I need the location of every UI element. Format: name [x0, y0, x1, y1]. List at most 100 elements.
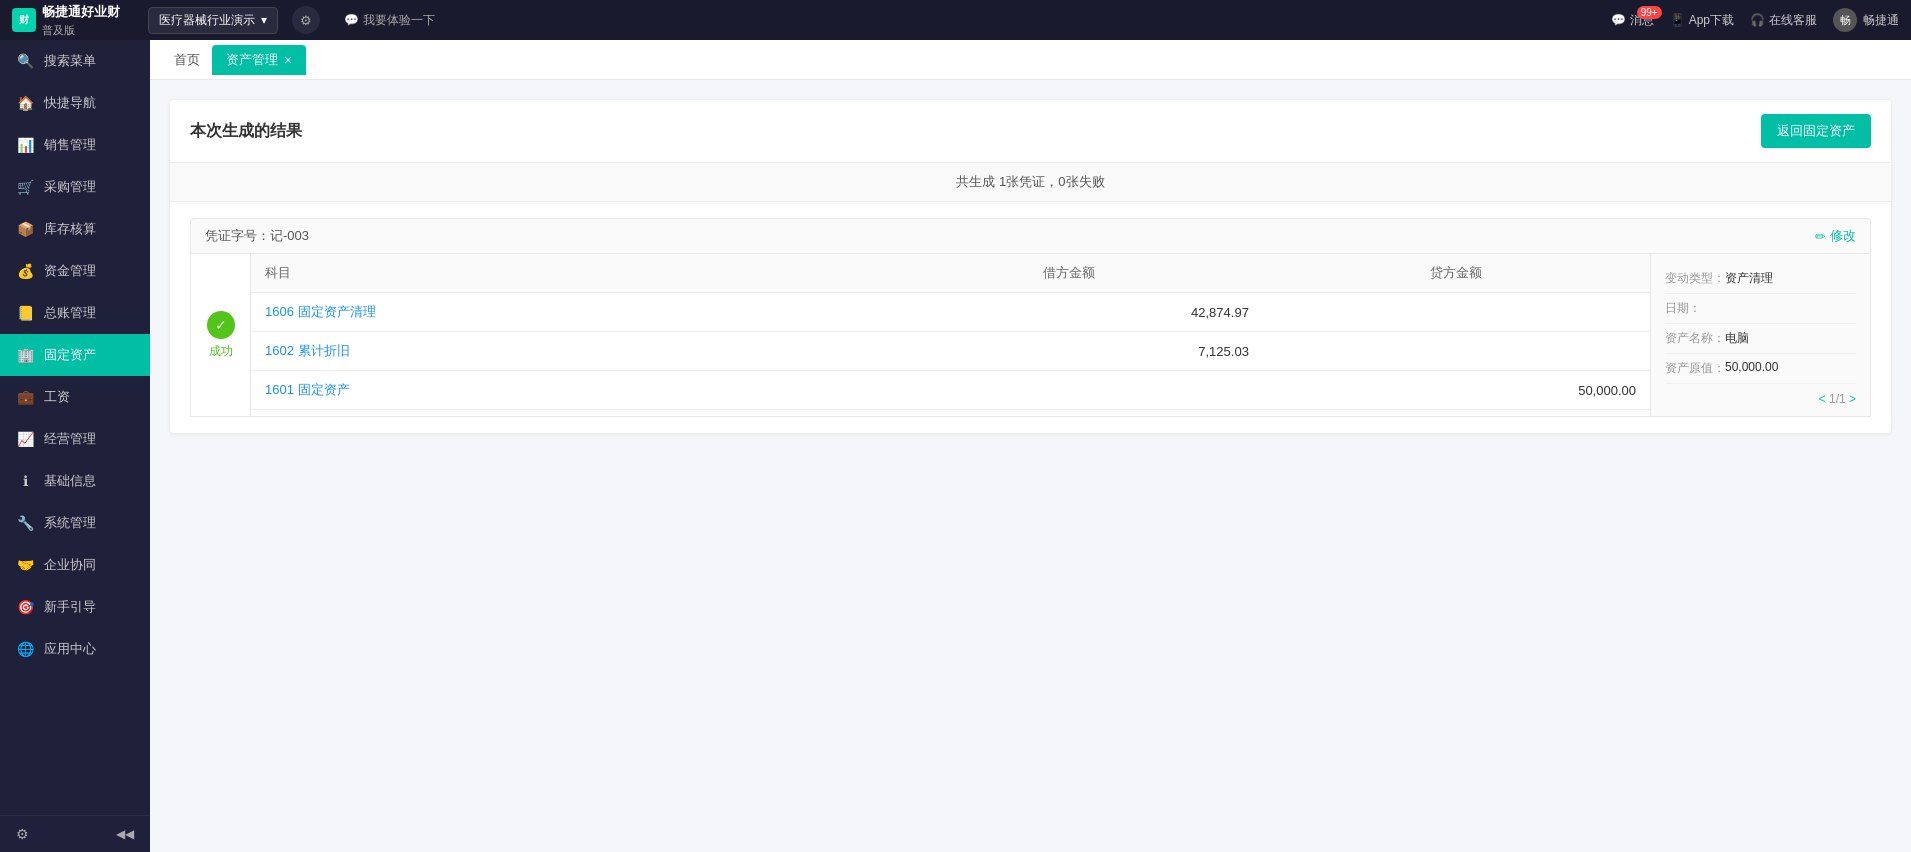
sidebar-item-business[interactable]: 📈 经营管理: [0, 418, 150, 460]
sales-icon: 📊: [16, 136, 34, 154]
user-name: 畅捷通: [1863, 12, 1899, 29]
inventory-icon: 📦: [16, 220, 34, 238]
success-icon: ✓: [207, 311, 235, 339]
summary-bar: 共生成 1张凭证，0张失败: [170, 162, 1891, 202]
sidebar-label-quick-nav: 快捷导航: [44, 94, 96, 112]
search-icon: 🔍: [16, 52, 34, 70]
sidebar-item-purchase[interactable]: 🛒 采购管理: [0, 166, 150, 208]
table-row: 1606 固定资产清理 42,874.97: [251, 293, 1650, 332]
sidebar-item-general-ledger[interactable]: 📒 总账管理: [0, 292, 150, 334]
tab-asset-management[interactable]: 资产管理 ×: [212, 45, 306, 75]
sidebar-label-system: 系统管理: [44, 514, 96, 532]
pagination: < 1/1 >: [1665, 384, 1856, 406]
change-type-label: 变动类型：: [1665, 270, 1725, 287]
next-page-button[interactable]: >: [1849, 392, 1856, 406]
online-service-label: 在线客服: [1769, 12, 1817, 29]
tab-close-button[interactable]: ×: [284, 52, 292, 68]
col-subject: 科目: [251, 254, 876, 293]
voucher-table: 科目 借方金额 贷方金额 1606 固定资产清理 42,874.97: [251, 254, 1650, 410]
sidebar-item-system[interactable]: 🔧 系统管理: [0, 502, 150, 544]
checkmark-icon: ✓: [215, 317, 227, 333]
voucher-number: 凭证字号：记-003: [205, 227, 309, 245]
sidebar-item-search[interactable]: 🔍 搜索菜单: [0, 40, 150, 82]
prev-page-button[interactable]: <: [1819, 392, 1826, 406]
asset-name-value: 电脑: [1725, 330, 1749, 347]
sidebar-item-guide[interactable]: 🎯 新手引导: [0, 586, 150, 628]
system-icon: 🔧: [16, 514, 34, 532]
edit-label: 修改: [1830, 227, 1856, 245]
sidebar-label-funds: 资金管理: [44, 262, 96, 280]
page-content: 本次生成的结果 返回固定资产 共生成 1张凭证，0张失败 凭证字号：记-003 …: [150, 80, 1911, 852]
asset-name-label: 资产名称：: [1665, 330, 1725, 347]
app-icon: 📱: [1670, 13, 1685, 27]
sidebar-item-basic-info[interactable]: ℹ 基础信息: [0, 460, 150, 502]
info-asset-name: 资产名称： 电脑: [1665, 324, 1856, 354]
feedback-icon: 💬: [344, 13, 359, 27]
app-download-button[interactable]: 📱 App下载: [1670, 12, 1734, 29]
sidebar-label-payroll: 工资: [44, 388, 70, 406]
return-button[interactable]: 返回固定资产: [1761, 114, 1871, 148]
edition-badge: 普及版: [42, 23, 120, 38]
building-icon: 🏢: [16, 346, 34, 364]
gear-icon: ⚙: [300, 13, 312, 28]
sidebar-item-fixed-assets[interactable]: 🏢 固定资产: [0, 334, 150, 376]
sidebar-item-payroll[interactable]: 💼 工资: [0, 376, 150, 418]
home-icon: 🏠: [16, 94, 34, 112]
sidebar-label-fixed-assets: 固定资产: [44, 346, 96, 364]
sidebar-label-basic-info: 基础信息: [44, 472, 96, 490]
sidebar-label-enterprise: 企业协同: [44, 556, 96, 574]
sidebar-footer: ⚙ ◀◀: [0, 815, 150, 852]
edit-voucher-button[interactable]: ✏ 修改: [1815, 227, 1856, 245]
feedback-button[interactable]: 💬 我要体验一下: [344, 12, 435, 29]
tab-home[interactable]: 首页: [166, 51, 208, 69]
voucher-header: 凭证字号：记-003 ✏ 修改: [190, 218, 1871, 254]
change-type-value: 资产清理: [1725, 270, 1773, 287]
sidebar-collapse-button[interactable]: ◀◀: [116, 827, 134, 841]
sidebar-settings-button[interactable]: ⚙: [16, 826, 29, 842]
sidebar-item-enterprise[interactable]: 🤝 企业协同: [0, 544, 150, 586]
info-original-value: 资产原值： 50,000.00: [1665, 354, 1856, 384]
sidebar-label-business: 经营管理: [44, 430, 96, 448]
panel-header: 本次生成的结果 返回固定资产: [170, 100, 1891, 162]
sidebar-label-search: 搜索菜单: [44, 52, 96, 70]
sidebar-item-funds[interactable]: 💰 资金管理: [0, 250, 150, 292]
table-row: 1602 累计折旧 7,125.03: [251, 332, 1650, 371]
ledger-icon: 📒: [16, 304, 34, 322]
credit-2: [1263, 332, 1650, 371]
sidebar-label-general-ledger: 总账管理: [44, 304, 96, 322]
sidebar-label-app-center: 应用中心: [44, 640, 96, 658]
voucher-section: 凭证字号：记-003 ✏ 修改 ✓ 成功: [170, 202, 1891, 433]
logo-icon: 财: [12, 8, 36, 32]
sidebar-item-sales[interactable]: 📊 销售管理: [0, 124, 150, 166]
table-row: 1601 固定资产 50,000.00: [251, 371, 1650, 410]
sidebar-item-quick-nav[interactable]: 🏠 快捷导航: [0, 82, 150, 124]
company-selector[interactable]: 医疗器械行业演示 ▾: [148, 7, 278, 34]
settings-button[interactable]: ⚙: [292, 6, 320, 34]
sidebar-label-guide: 新手引导: [44, 598, 96, 616]
avatar-text: 畅: [1840, 13, 1851, 28]
sidebar-item-app-center[interactable]: 🌐 应用中心: [0, 628, 150, 670]
logo-area: 财 畅捷通好业财 普及版: [12, 3, 120, 38]
messages-button[interactable]: 💬 消息 99+: [1611, 12, 1654, 29]
company-name: 医疗器械行业演示: [159, 12, 255, 29]
edit-icon: ✏: [1815, 229, 1826, 244]
page-title: 本次生成的结果: [190, 121, 302, 142]
user-area[interactable]: 畅 畅捷通: [1833, 8, 1899, 32]
header-right: 💬 消息 99+ 📱 App下载 🎧 在线客服 畅 畅捷通: [1611, 8, 1899, 32]
business-icon: 📈: [16, 430, 34, 448]
sidebar-label-inventory: 库存核算: [44, 220, 96, 238]
online-service-button[interactable]: 🎧 在线客服: [1750, 12, 1817, 29]
guide-icon: 🎯: [16, 598, 34, 616]
sidebar-label-purchase: 采购管理: [44, 178, 96, 196]
top-header: 财 畅捷通好业财 普及版 医疗器械行业演示 ▾ ⚙ 💬 我要体验一下 💬 消息 …: [0, 0, 1911, 40]
info-panel: 变动类型： 资产清理 日期： 资产名称： 电脑: [1650, 254, 1870, 416]
feedback-label: 我要体验一下: [363, 12, 435, 29]
main-layout: 🔍 搜索菜单 🏠 快捷导航 📊 销售管理 🛒 采购管理 📦 库存核算 💰 资金管…: [0, 40, 1911, 852]
sidebar-item-inventory[interactable]: 📦 库存核算: [0, 208, 150, 250]
subject-1: 1606 固定资产清理: [251, 293, 876, 332]
enterprise-icon: 🤝: [16, 556, 34, 574]
sidebar: 🔍 搜索菜单 🏠 快捷导航 📊 销售管理 🛒 采购管理 📦 库存核算 💰 资金管…: [0, 40, 150, 852]
message-icon: 💬: [1611, 13, 1626, 27]
app-download-label: App下载: [1689, 12, 1734, 29]
debit-2: 7,125.03: [876, 332, 1263, 371]
